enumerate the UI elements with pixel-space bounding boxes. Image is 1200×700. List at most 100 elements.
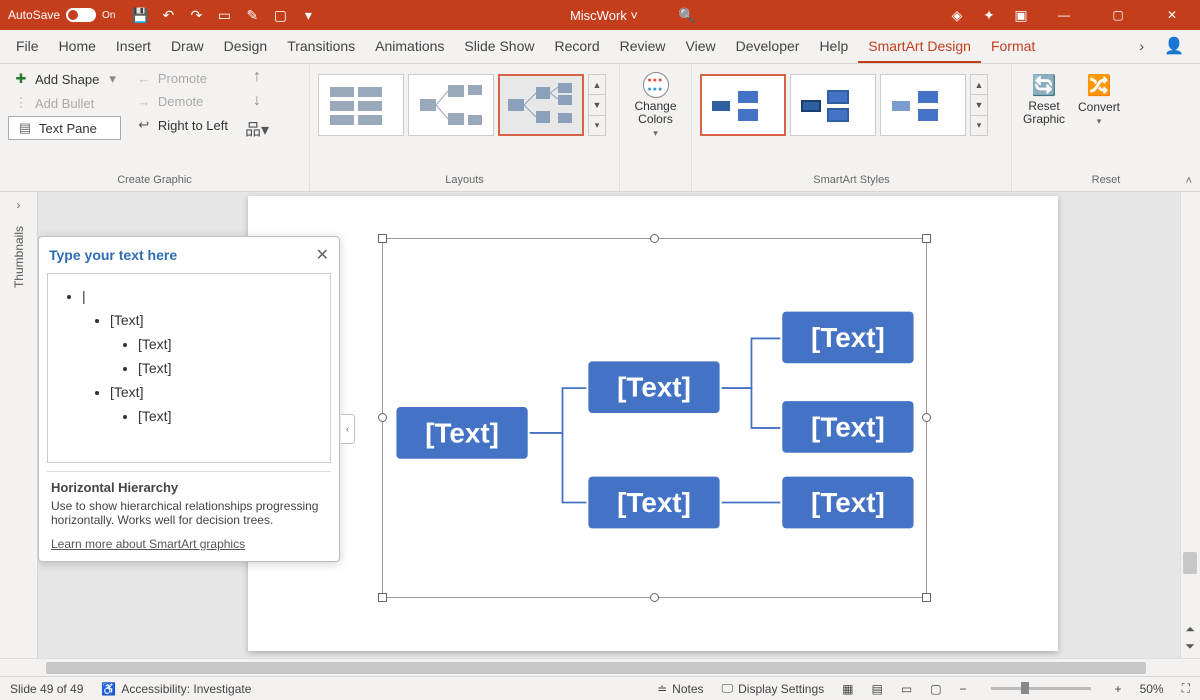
convert-button[interactable]: 🔀 Convert ▾: [1078, 72, 1120, 127]
palette-icon: [643, 72, 669, 98]
view-normal-icon[interactable]: ▦: [842, 682, 853, 696]
layout-option-1[interactable]: [318, 74, 404, 136]
app-icon[interactable]: ▣: [1012, 6, 1030, 24]
view-sorter-icon[interactable]: ▤: [872, 682, 883, 696]
zoom-in-button[interactable]: +: [1115, 682, 1122, 696]
tab-format[interactable]: Format: [981, 31, 1045, 63]
redo-icon[interactable]: ↷: [187, 6, 205, 24]
scrollbar-thumb[interactable]: [46, 662, 1146, 674]
smartart-selection[interactable]: [Text] [Text] [Text] [Text] [Text] [Text…: [382, 238, 927, 598]
canvas-area[interactable]: Type your text here ✕ [Text] [Text] [Tex…: [38, 192, 1200, 658]
thumbnails-label: Thumbnails: [12, 226, 26, 288]
zoom-out-button[interactable]: −: [960, 682, 967, 696]
brush-icon[interactable]: ✦: [980, 6, 998, 24]
qat-more-icon[interactable]: ▾: [299, 6, 317, 24]
tab-home[interactable]: Home: [49, 31, 106, 63]
list-item[interactable]: [Text]: [138, 356, 324, 380]
diamond-icon[interactable]: ◈: [948, 6, 966, 24]
scroll-more-icon[interactable]: ▾: [589, 116, 605, 135]
tab-review[interactable]: Review: [610, 31, 676, 63]
prev-slide-icon[interactable]: ⏶: [1185, 622, 1195, 637]
tab-view[interactable]: View: [676, 31, 726, 63]
list-item[interactable]: [Text]: [138, 404, 324, 428]
share-icon[interactable]: 👤: [1154, 29, 1194, 63]
add-shape-button[interactable]: ✚Add Shape ▾: [8, 68, 121, 90]
notes-button[interactable]: ≐Notes: [657, 682, 703, 696]
list-item[interactable]: [Text]: [110, 380, 324, 404]
expand-thumbnails-icon[interactable]: ›: [17, 198, 21, 212]
object-icon[interactable]: ▭: [215, 6, 233, 24]
slide-counter[interactable]: Slide 49 of 49: [10, 682, 83, 696]
tab-record[interactable]: Record: [544, 31, 609, 63]
display-settings-button[interactable]: 🖵Display Settings: [722, 681, 825, 696]
smartart-node: [Text]: [617, 372, 691, 403]
scroll-down-icon[interactable]: ▼: [971, 95, 987, 115]
zoom-knob[interactable]: [1021, 682, 1029, 694]
close-button[interactable]: ✕: [1152, 1, 1192, 29]
search-icon[interactable]: 🔍: [678, 7, 695, 24]
bullet-icon: ⋮: [13, 95, 29, 111]
ribbon: ✚Add Shape ▾ ⋮Add Bullet ▤Text Pane ←Pro…: [0, 64, 1200, 192]
tab-developer[interactable]: Developer: [726, 31, 810, 63]
scroll-up-icon[interactable]: ▲: [971, 75, 987, 95]
chevron-down-icon: ▾: [1097, 116, 1102, 127]
tab-smartart-design[interactable]: SmartArt Design: [858, 31, 981, 63]
scroll-up-icon[interactable]: ▲: [589, 75, 605, 95]
layout-option-2[interactable]: [408, 74, 494, 136]
text-pane-button[interactable]: ▤Text Pane: [8, 116, 121, 140]
reset-graphic-button[interactable]: 🔄 Reset Graphic: [1020, 72, 1068, 127]
autosave-toggle[interactable]: AutoSave On: [8, 8, 115, 22]
right-to-left-button[interactable]: ↩Right to Left: [131, 114, 233, 136]
text-pane-title: Type your text here: [49, 247, 177, 263]
next-slide-icon[interactable]: ⏷: [1185, 639, 1195, 654]
change-colors-button[interactable]: Change Colors ▾: [628, 72, 683, 139]
tab-file[interactable]: File: [6, 31, 49, 63]
close-icon[interactable]: ✕: [316, 245, 329, 265]
tab-draw[interactable]: Draw: [161, 31, 214, 63]
scroll-more-icon[interactable]: ▾: [971, 116, 987, 135]
vertical-scrollbar[interactable]: ⏶ ⏷: [1180, 192, 1200, 658]
tab-slideshow[interactable]: Slide Show: [454, 31, 544, 63]
list-item[interactable]: [Text]: [138, 332, 324, 356]
view-reading-icon[interactable]: ▭: [901, 682, 912, 696]
tab-insert[interactable]: Insert: [106, 31, 161, 63]
tab-design[interactable]: Design: [214, 31, 278, 63]
list-item[interactable]: [Text]: [110, 308, 324, 332]
switch-icon: [66, 8, 96, 22]
minimize-button[interactable]: —: [1044, 1, 1084, 29]
style-option-1-selected[interactable]: [700, 74, 786, 136]
tab-overflow[interactable]: ›: [1129, 31, 1154, 63]
style-option-3[interactable]: [880, 74, 966, 136]
scrollbar-thumb[interactable]: [1183, 552, 1197, 574]
reset-group-label: Reset: [1020, 171, 1192, 189]
tab-transitions[interactable]: Transitions: [277, 31, 365, 63]
style-option-2[interactable]: [790, 74, 876, 136]
add-bullet-button: ⋮Add Bullet: [8, 92, 121, 114]
layout-option-3-selected[interactable]: [498, 74, 584, 136]
horizontal-scrollbar[interactable]: [0, 658, 1200, 676]
view-slideshow-icon[interactable]: ▢: [930, 682, 941, 696]
save-icon[interactable]: 💾: [131, 6, 149, 24]
maximize-button[interactable]: ▢: [1098, 1, 1138, 29]
text-pane-body[interactable]: [Text] [Text] [Text] [Text] [Text]: [47, 273, 331, 463]
zoom-slider[interactable]: [991, 687, 1091, 690]
layout-icon[interactable]: 品▾: [245, 116, 269, 140]
tab-animations[interactable]: Animations: [365, 31, 454, 63]
accessibility-status[interactable]: ♿Accessibility: Investigate: [101, 682, 251, 696]
text-pane-label: Text Pane: [39, 121, 97, 136]
list-item[interactable]: [82, 284, 324, 308]
convert-icon: 🔀: [1084, 72, 1114, 98]
fit-to-window-icon[interactable]: ⛶: [1182, 681, 1190, 696]
tab-help[interactable]: Help: [809, 31, 858, 63]
eyedropper-icon[interactable]: ✎: [243, 6, 261, 24]
undo-icon[interactable]: ↶: [159, 6, 177, 24]
scroll-down-icon[interactable]: ▼: [589, 95, 605, 115]
collapse-ribbon-icon[interactable]: ˄: [1186, 175, 1192, 187]
document-name[interactable]: MiscWork ˅: [570, 8, 638, 23]
present-icon[interactable]: ▢: [271, 6, 289, 24]
status-bar: Slide 49 of 49 ♿Accessibility: Investiga…: [0, 676, 1200, 700]
zoom-level[interactable]: 50%: [1140, 682, 1164, 696]
learn-more-link[interactable]: Learn more about SmartArt graphics: [51, 537, 245, 551]
smartart-graphic[interactable]: [Text] [Text] [Text] [Text] [Text] [Text…: [383, 239, 926, 597]
text-pane-collapse-tab[interactable]: ‹: [341, 414, 355, 444]
